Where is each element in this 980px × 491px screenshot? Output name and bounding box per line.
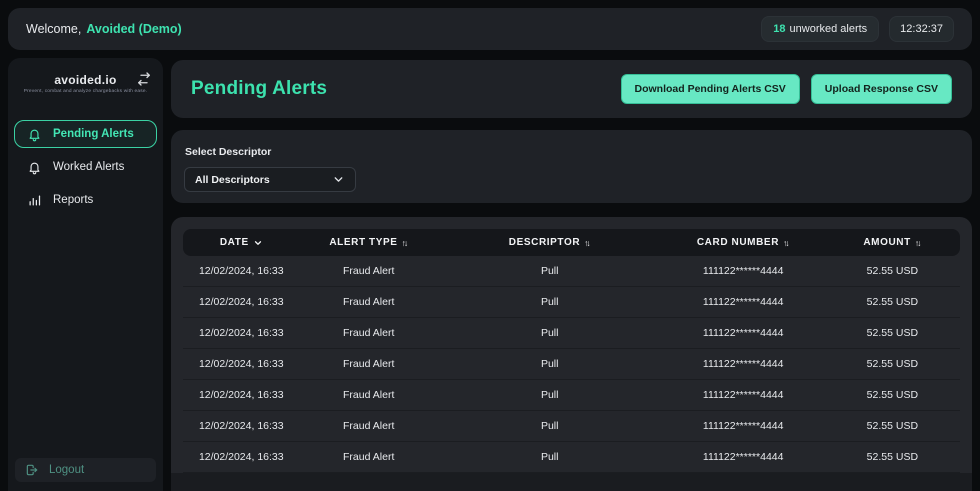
bell-icon xyxy=(27,160,42,175)
account-name: Avoided (Demo) xyxy=(86,22,182,36)
cell-date: 12/02/2024, 16:33 xyxy=(198,327,284,339)
cell-card-number: 111122******4444 xyxy=(702,451,784,463)
unworked-alerts-count: 18 xyxy=(773,23,786,35)
unworked-alerts-label: unworked alerts xyxy=(789,23,868,35)
chevron-down-icon xyxy=(332,173,345,186)
cell-descriptor: Pull xyxy=(540,265,559,277)
cell-date: 12/02/2024, 16:33 xyxy=(198,358,284,370)
cell-alert-type: Fraud Alert xyxy=(343,389,395,401)
logout-icon xyxy=(25,463,39,477)
chevron-down-icon xyxy=(253,238,263,248)
bell-alert-icon xyxy=(27,127,42,142)
cell-amount: 52.55 USD xyxy=(866,420,919,432)
cell-card-number: 111122******4444 xyxy=(702,296,784,308)
sidebar-collapse-button[interactable] xyxy=(133,69,155,91)
top-bar: Welcome, Avoided (Demo) 18 unworked aler… xyxy=(8,8,972,50)
column-header-card-number[interactable]: CARD NUMBER ↑↓ xyxy=(662,237,825,248)
pending-alerts-table: DATE ALERT TYPE ↑↓ DESCRIPTOR ↑↓ CARD NUMBER ↑… xyxy=(171,217,972,491)
cell-date: 12/02/2024, 16:33 xyxy=(198,389,284,401)
sort-arrows-icon: ↑↓ xyxy=(783,237,789,248)
column-header-date[interactable]: DATE xyxy=(183,237,300,248)
sidebar-item-label: Pending Alerts xyxy=(53,128,134,140)
table-row: 12/02/2024, 16:33 Fraud Alert Pull 111122**… xyxy=(183,349,960,380)
table-header-row: DATE ALERT TYPE ↑↓ DESCRIPTOR ↑↓ CARD NUMBER ↑… xyxy=(183,229,960,256)
upload-response-csv-button[interactable]: Upload Response CSV xyxy=(810,74,952,104)
cell-card-number: 111122******4444 xyxy=(702,327,784,339)
logout-label: Logout xyxy=(49,464,85,476)
cell-alert-type: Fraud Alert xyxy=(343,327,395,339)
table-row: 12/02/2024, 16:33 Fraud Alert Pull 111122**… xyxy=(183,380,960,411)
sidebar-item-label: Worked Alerts xyxy=(53,161,125,173)
cell-amount: 52.55 USD xyxy=(866,389,919,401)
filter-panel: Select Descriptor All Descriptors xyxy=(171,130,972,203)
sidebar-nav: Pending Alerts Worked Alerts Reports xyxy=(8,120,163,214)
column-label: AMOUNT xyxy=(863,237,911,248)
column-header-amount[interactable]: AMOUNT ↑↓ xyxy=(825,237,960,248)
table-row: 12/02/2024, 16:33 Fraud Alert Pull 111122**… xyxy=(183,256,960,287)
table-body: 12/02/2024, 16:33 Fraud Alert Pull 111122**… xyxy=(183,256,960,473)
table-row: 12/02/2024, 16:33 Fraud Alert Pull 111122**… xyxy=(183,318,960,349)
cell-amount: 52.55 USD xyxy=(866,265,919,277)
cell-alert-type: Fraud Alert xyxy=(343,296,395,308)
cell-date: 12/02/2024, 16:33 xyxy=(198,296,284,308)
cell-descriptor: Pull xyxy=(540,451,559,463)
bar-chart-icon xyxy=(27,193,42,208)
cell-card-number: 111122******4444 xyxy=(702,358,784,370)
cell-date: 12/02/2024, 16:33 xyxy=(198,451,284,463)
logo-row: avoided.io Prevent, combat and analyze c… xyxy=(8,58,163,94)
descriptor-filter-label: Select Descriptor xyxy=(185,146,272,158)
cell-card-number: 111122******4444 xyxy=(702,389,784,401)
descriptor-select-value: All Descriptors xyxy=(195,173,270,186)
sidebar: avoided.io Prevent, combat and analyze c… xyxy=(8,58,163,491)
page-header: Pending Alerts Download Pending Alerts C… xyxy=(171,60,972,118)
descriptor-select[interactable]: All Descriptors xyxy=(184,167,356,192)
cell-card-number: 111122******4444 xyxy=(702,265,784,277)
cell-card-number: 111122******4444 xyxy=(702,420,784,432)
sidebar-item-reports[interactable]: Reports xyxy=(14,186,157,214)
table-row: 12/02/2024, 16:33 Fraud Alert Pull 111122**… xyxy=(183,287,960,318)
cell-alert-type: Fraud Alert xyxy=(343,451,395,463)
table-footer-strip xyxy=(171,473,972,491)
cell-date: 12/02/2024, 16:33 xyxy=(198,265,284,277)
cell-alert-type: Fraud Alert xyxy=(343,358,395,370)
header-actions: Download Pending Alerts CSV Upload Respo… xyxy=(620,74,952,104)
cell-descriptor: Pull xyxy=(540,327,559,339)
cell-alert-type: Fraud Alert xyxy=(343,420,395,432)
download-pending-alerts-csv-button[interactable]: Download Pending Alerts CSV xyxy=(620,74,800,104)
cell-descriptor: Pull xyxy=(540,389,559,401)
cell-descriptor: Pull xyxy=(540,358,559,370)
cell-amount: 52.55 USD xyxy=(866,327,919,339)
column-label: ALERT TYPE xyxy=(329,237,398,248)
welcome-text: Welcome, xyxy=(26,22,82,36)
cell-descriptor: Pull xyxy=(540,296,559,308)
table-row: 12/02/2024, 16:33 Fraud Alert Pull 111122**… xyxy=(183,411,960,442)
column-label: CARD NUMBER xyxy=(696,237,780,248)
unworked-alerts-badge[interactable]: 18 unworked alerts xyxy=(761,16,880,42)
sidebar-item-label: Reports xyxy=(53,194,94,206)
column-header-alert-type[interactable]: ALERT TYPE ↑↓ xyxy=(300,237,438,248)
cell-alert-type: Fraud Alert xyxy=(343,265,395,277)
column-header-descriptor[interactable]: DESCRIPTOR ↑↓ xyxy=(438,237,662,248)
sidebar-item-worked-alerts[interactable]: Worked Alerts xyxy=(14,153,157,181)
topbar-right: 18 unworked alerts 12:32:37 xyxy=(761,16,954,42)
column-label: DESCRIPTOR xyxy=(508,237,581,248)
table-row: 12/02/2024, 16:33 Fraud Alert Pull 111122**… xyxy=(183,442,960,473)
sort-arrows-icon: ↑↓ xyxy=(914,237,921,248)
cell-descriptor: Pull xyxy=(540,420,559,432)
sort-arrows-icon: ↑↓ xyxy=(584,237,590,248)
sort-arrows-icon: ↑↓ xyxy=(401,237,408,248)
cell-amount: 52.55 USD xyxy=(866,358,919,370)
collapse-arrows-icon xyxy=(135,71,153,91)
cell-amount: 52.55 USD xyxy=(866,296,919,308)
column-label: DATE xyxy=(219,237,249,248)
page-title: Pending Alerts xyxy=(191,78,328,99)
sidebar-item-pending-alerts[interactable]: Pending Alerts xyxy=(14,120,157,148)
clock: 12:32:37 xyxy=(889,16,954,42)
cell-date: 12/02/2024, 16:33 xyxy=(198,420,284,432)
cell-amount: 52.55 USD xyxy=(866,451,919,463)
logout-button[interactable]: Logout xyxy=(15,458,156,482)
